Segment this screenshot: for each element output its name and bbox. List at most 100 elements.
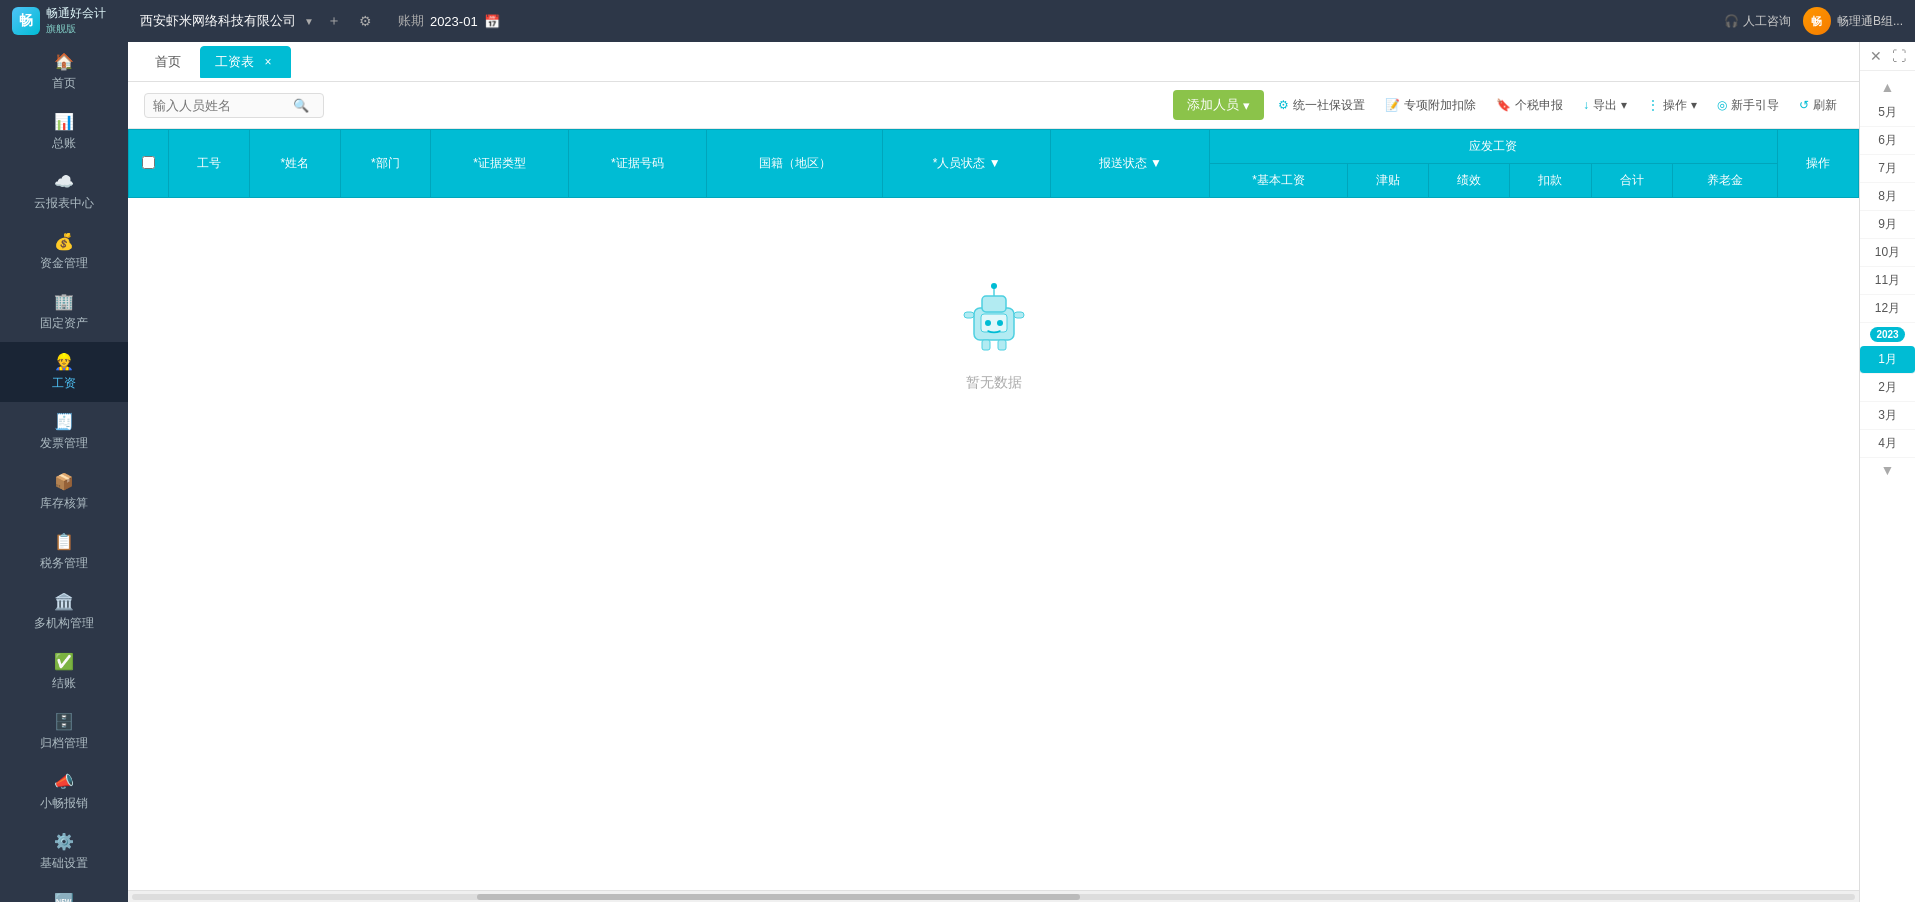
user-avatar-area[interactable]: 畅 畅理通B组... xyxy=(1803,7,1903,35)
social-insurance-btn[interactable]: ⚙ 统一社保设置 xyxy=(1272,93,1371,118)
period-area: 账期 2023-01 📅 xyxy=(398,12,500,30)
tax-icon: 📋 xyxy=(54,532,74,551)
sidebar-item-guide[interactable]: 🆕 新手引导 xyxy=(0,882,128,902)
export-btn[interactable]: ↓ 导出 ▾ xyxy=(1577,93,1633,118)
status-filter-icon[interactable]: ▼ xyxy=(989,156,1001,170)
month-10[interactable]: 10月 xyxy=(1860,239,1915,267)
month-8[interactable]: 8月 xyxy=(1860,183,1915,211)
svg-rect-8 xyxy=(998,340,1006,350)
settings-icon: ⚙️ xyxy=(54,832,74,851)
sidebar-item-inventory[interactable]: 📦 库存核算 xyxy=(0,462,128,522)
period-value: 2023-01 xyxy=(430,14,478,29)
sidebar-label-home: 首页 xyxy=(52,75,76,92)
service-label: 人工咨询 xyxy=(1743,13,1791,30)
empty-state: 暂无数据 xyxy=(129,198,1859,472)
special-deduction-btn[interactable]: 📝 专项附加扣除 xyxy=(1379,93,1482,118)
month-3[interactable]: 3月 xyxy=(1860,402,1915,430)
social-icon: ⚙ xyxy=(1278,98,1289,112)
th-checkbox[interactable] xyxy=(129,130,169,198)
add-person-label: 添加人员 xyxy=(1187,96,1239,114)
date-nav-down[interactable]: ▼ xyxy=(1860,458,1915,482)
toolbar: 🔍 添加人员 ▾ ⚙ 统一社保设置 📝 专项附加扣除 🔖 个税申报 xyxy=(128,82,1859,129)
add-person-btn[interactable]: 添加人员 ▾ xyxy=(1173,90,1264,120)
table-wrapper: 工号 *姓名 *部门 *证据类型 *证据号码 国籍（地区） *人员状态 ▼ 报送… xyxy=(128,129,1859,890)
add-company-btn[interactable]: ＋ xyxy=(322,9,346,33)
select-all-checkbox[interactable] xyxy=(142,156,155,169)
th-id-type: *证据类型 xyxy=(431,130,569,198)
wage-table: 工号 *姓名 *部门 *证据类型 *证据号码 国籍（地区） *人员状态 ▼ 报送… xyxy=(128,129,1859,472)
tab-wage-close[interactable]: × xyxy=(260,54,276,70)
sidebar-item-expense[interactable]: 📣 小畅报销 xyxy=(0,762,128,822)
search-icon: 🔍 xyxy=(293,98,309,113)
month-4[interactable]: 4月 xyxy=(1860,430,1915,458)
toolbar-right: 添加人员 ▾ ⚙ 统一社保设置 📝 专项附加扣除 🔖 个税申报 ↓ xyxy=(1173,90,1843,120)
tab-wage[interactable]: 工资表 × xyxy=(200,46,291,78)
calendar-icon[interactable]: 📅 xyxy=(484,14,500,29)
sidebar-item-wage[interactable]: 👷 工资 xyxy=(0,342,128,402)
th-pension: 养老金 xyxy=(1672,164,1777,198)
tab-wage-label: 工资表 xyxy=(215,53,254,71)
search-input[interactable] xyxy=(153,98,293,113)
month-2[interactable]: 2月 xyxy=(1860,374,1915,402)
sidebar-label-cloud: 云报表中心 xyxy=(34,195,94,212)
scroll-track xyxy=(132,894,1855,900)
report-filter-icon[interactable]: ▼ xyxy=(1150,156,1162,170)
sidebar-item-tax[interactable]: 📋 税务管理 xyxy=(0,522,128,582)
th-base-salary: *基本工资 xyxy=(1210,164,1348,198)
service-btn[interactable]: 🎧 人工咨询 xyxy=(1724,13,1791,30)
operations-btn[interactable]: ⋮ 操作 ▾ xyxy=(1641,93,1703,118)
operations-icon: ⋮ xyxy=(1647,98,1659,112)
date-nav-up[interactable]: ▲ xyxy=(1860,75,1915,99)
sidebar-item-cloud-report[interactable]: ☁️ 云报表中心 xyxy=(0,162,128,222)
svg-rect-7 xyxy=(982,340,990,350)
expense-icon: 📣 xyxy=(54,772,74,791)
sidebar-item-invoice[interactable]: 🧾 发票管理 xyxy=(0,402,128,462)
guide-btn[interactable]: ◎ 新手引导 xyxy=(1711,93,1785,118)
ledger-icon: 📊 xyxy=(54,112,74,131)
export-icon: ↓ xyxy=(1583,98,1589,112)
sidebar-item-multi-org[interactable]: 🏛️ 多机构管理 xyxy=(0,582,128,642)
sidebar-label-tax: 税务管理 xyxy=(40,555,88,572)
settings-icon[interactable]: ⚙ xyxy=(354,9,378,33)
th-id-no: *证据号码 xyxy=(568,130,706,198)
sidebar-label-multi-org: 多机构管理 xyxy=(34,615,94,632)
close-panel-btn[interactable]: ✕ xyxy=(1868,46,1885,66)
sidebar: 🏠 首页 📊 总账 ☁️ 云报表中心 💰 资金管理 🏢 固定资产 👷 工资 🧾 … xyxy=(0,42,128,902)
refresh-btn[interactable]: ↺ 刷新 xyxy=(1793,93,1843,118)
expand-panel-btn[interactable]: ⛶ xyxy=(1891,46,1908,66)
month-7[interactable]: 7月 xyxy=(1860,155,1915,183)
svg-rect-10 xyxy=(1014,312,1024,318)
guide-icon: ◎ xyxy=(1717,98,1727,112)
month-12[interactable]: 12月 xyxy=(1860,295,1915,323)
sidebar-item-fund[interactable]: 💰 资金管理 xyxy=(0,222,128,282)
svg-point-3 xyxy=(997,320,1003,326)
th-total: 合计 xyxy=(1591,164,1672,198)
bottom-scrollbar[interactable] xyxy=(128,890,1859,902)
search-wrap[interactable]: 🔍 xyxy=(144,93,324,118)
th-operations: 操作 xyxy=(1777,130,1858,198)
user-name: 畅理通B组... xyxy=(1837,13,1903,30)
month-6[interactable]: 6月 xyxy=(1860,127,1915,155)
sidebar-label-expense: 小畅报销 xyxy=(40,795,88,812)
month-11[interactable]: 11月 xyxy=(1860,267,1915,295)
sidebar-item-home[interactable]: 🏠 首页 xyxy=(0,42,128,102)
home-icon: 🏠 xyxy=(54,52,74,71)
month-1-active[interactable]: 1月 xyxy=(1860,346,1915,374)
sidebar-label-settings: 基础设置 xyxy=(40,855,88,872)
sidebar-item-close-account[interactable]: ✅ 结账 xyxy=(0,642,128,702)
sidebar-item-basic-settings[interactable]: ⚙️ 基础设置 xyxy=(0,822,128,882)
logo-area: 畅 畅通好会计 旗舰版 xyxy=(12,6,140,36)
sidebar-item-assets[interactable]: 🏢 固定资产 xyxy=(0,282,128,342)
month-5[interactable]: 5月 xyxy=(1860,99,1915,127)
sidebar-label-inventory: 库存核算 xyxy=(40,495,88,512)
tax-report-btn[interactable]: 🔖 个税申报 xyxy=(1490,93,1569,118)
month-9[interactable]: 9月 xyxy=(1860,211,1915,239)
sidebar-label-assets: 固定资产 xyxy=(40,315,88,332)
year-section: ▲ 5月 6月 7月 8月 9月 10月 11月 12月 2023 1月 2月 … xyxy=(1860,71,1915,482)
th-deduction: 扣款 xyxy=(1510,164,1591,198)
sidebar-item-archive[interactable]: 🗄️ 归档管理 xyxy=(0,702,128,762)
company-dropdown-icon[interactable]: ▼ xyxy=(304,16,314,27)
year-badge: 2023 xyxy=(1870,327,1904,342)
tab-home[interactable]: 首页 xyxy=(140,46,196,78)
sidebar-item-ledger[interactable]: 📊 总账 xyxy=(0,102,128,162)
